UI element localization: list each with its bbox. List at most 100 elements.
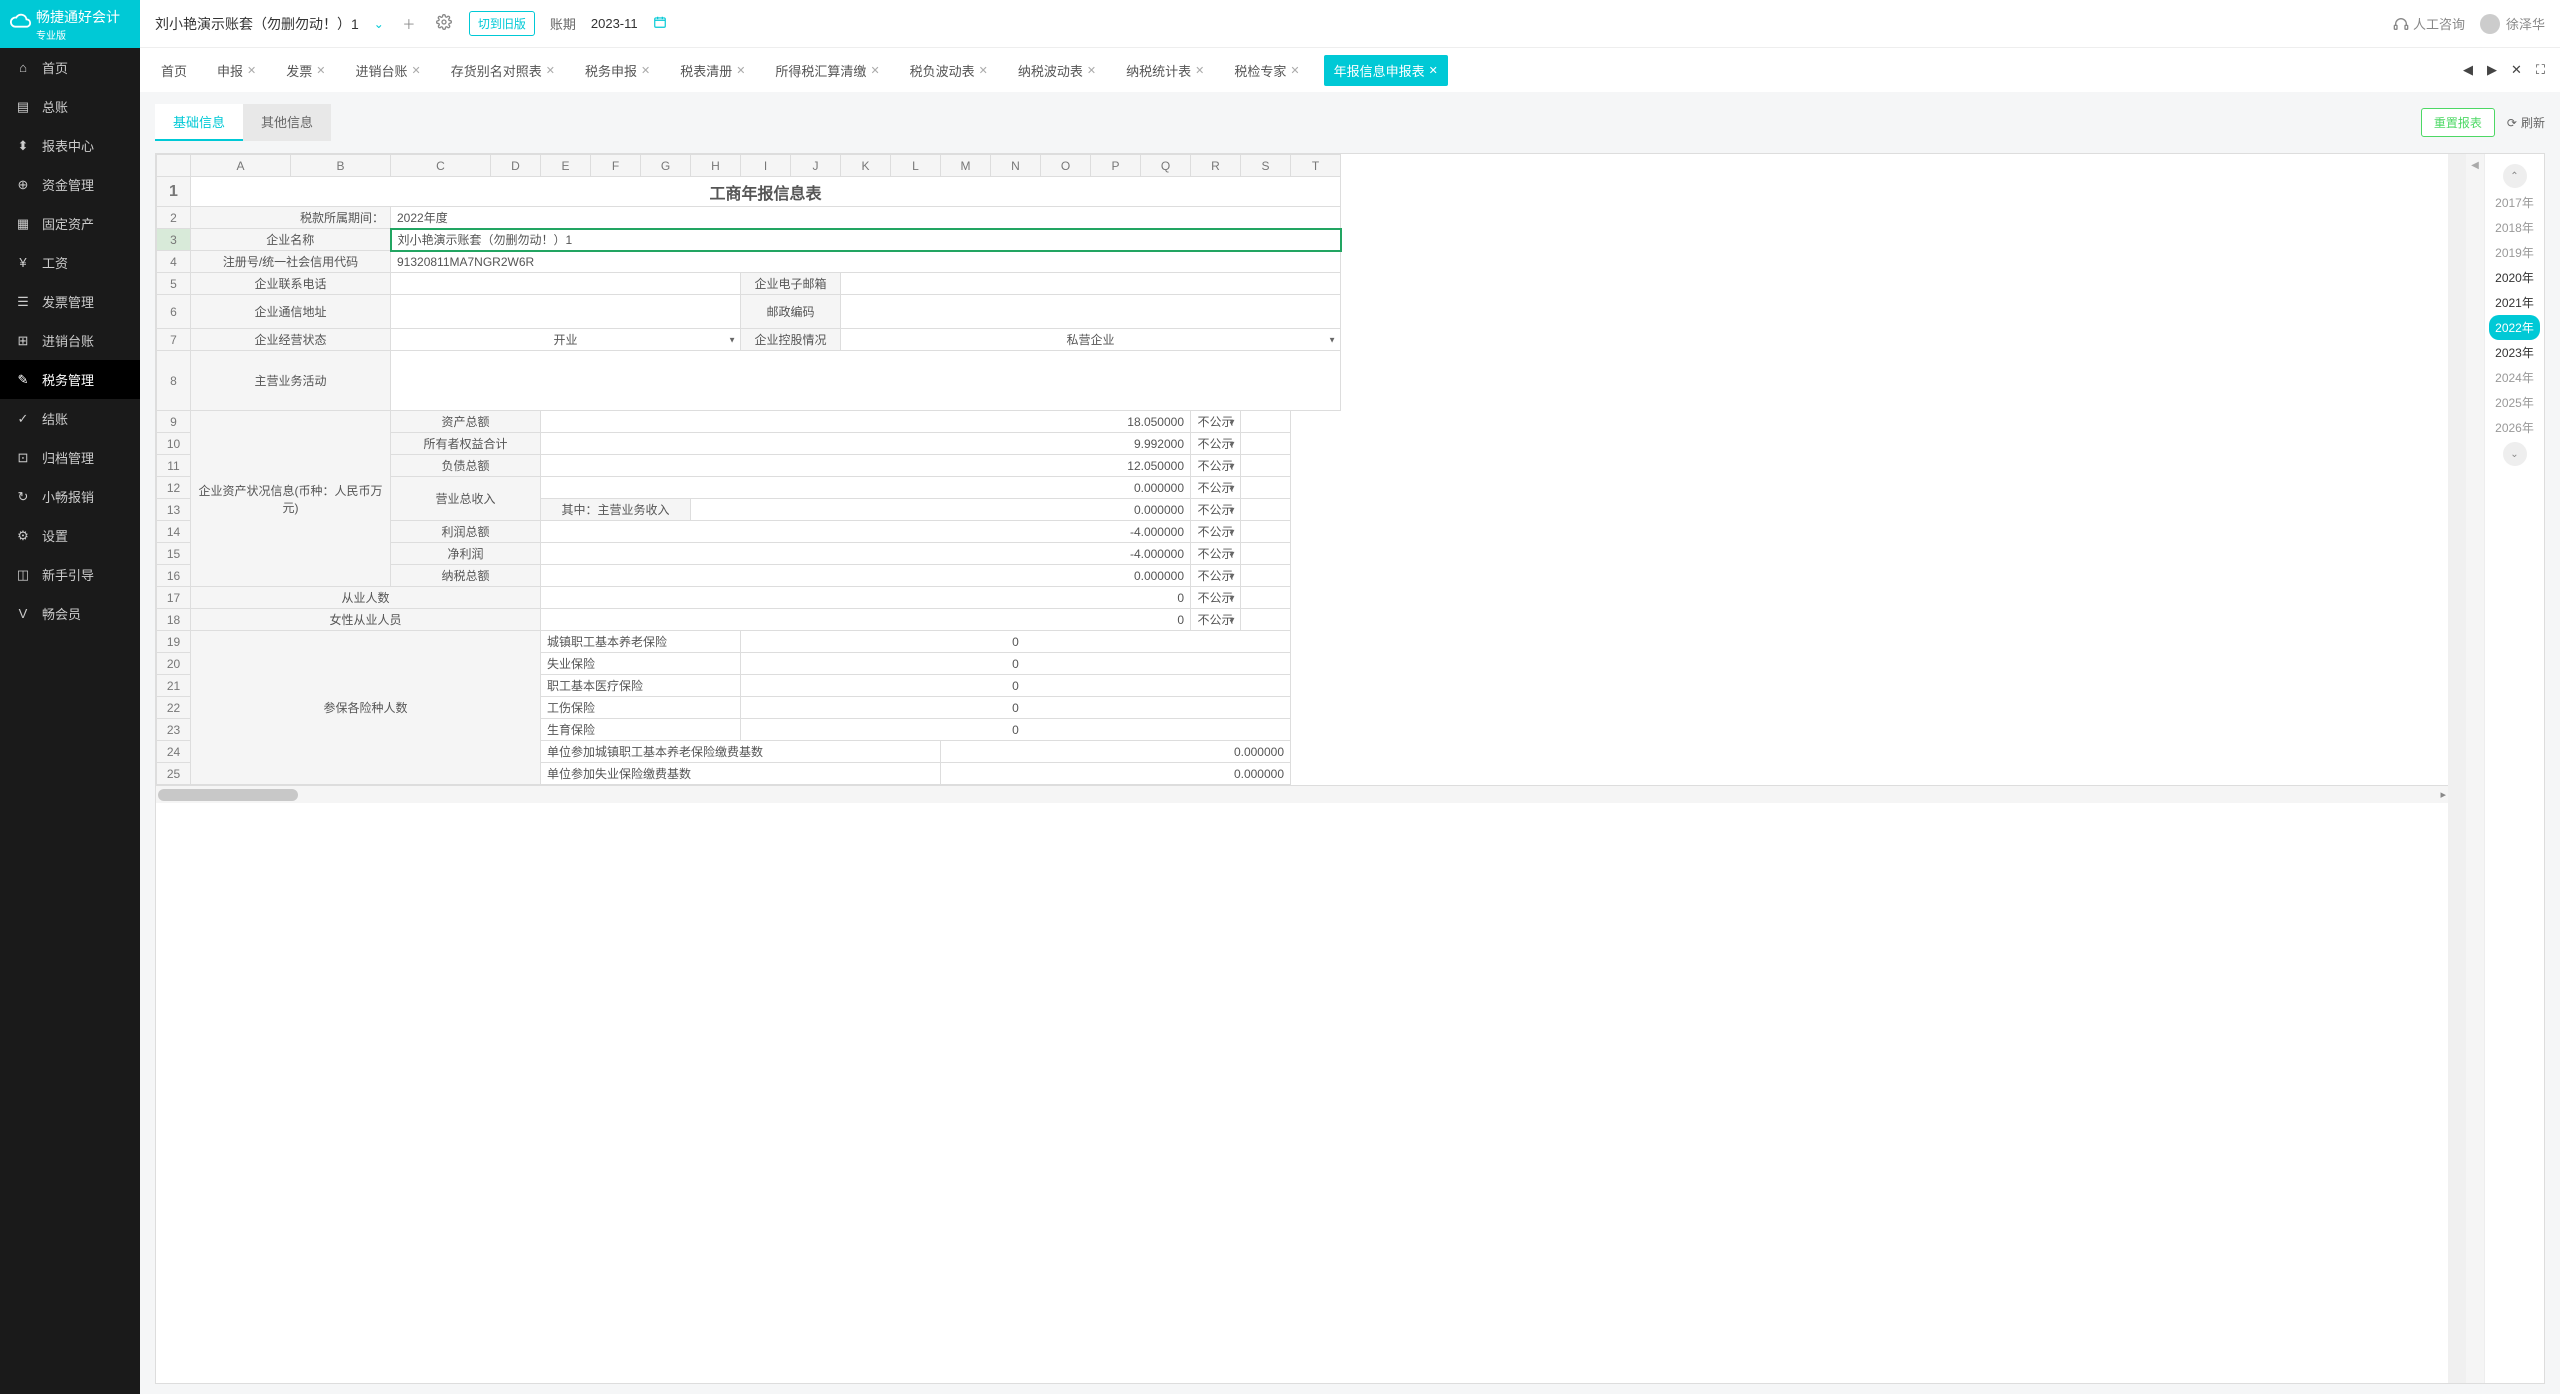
close-icon[interactable]: ✕ xyxy=(1290,64,1299,77)
row-value[interactable]: 9.992000 xyxy=(541,433,1191,455)
close-icon[interactable]: ✕ xyxy=(1195,64,1204,77)
subtab-1[interactable]: 其他信息 xyxy=(243,104,331,141)
close-icon[interactable]: ✕ xyxy=(979,64,988,77)
r25-value[interactable]: 0.000000 xyxy=(941,763,1291,785)
close-icon[interactable]: ✕ xyxy=(412,64,421,77)
dropdown-cell[interactable]: 不公示 xyxy=(1191,609,1241,631)
year-2024年[interactable]: 2024年 xyxy=(2489,365,2540,390)
tab-4[interactable]: 存货别名对照表✕ xyxy=(445,61,561,80)
dropdown-cell[interactable]: 不公示 xyxy=(1191,565,1241,587)
sidebar-item-guide[interactable]: ◫新手引导 xyxy=(0,555,140,594)
dropdown-cell[interactable]: 不公示 xyxy=(1191,587,1241,609)
close-icon[interactable]: ✕ xyxy=(247,64,256,77)
tab-9[interactable]: 纳税波动表✕ xyxy=(1012,61,1102,80)
ins-value[interactable]: 0 xyxy=(741,719,1291,741)
year-2018年[interactable]: 2018年 xyxy=(2489,215,2540,240)
row-value[interactable]: -4.000000 xyxy=(541,543,1191,565)
phone-value[interactable] xyxy=(391,273,741,295)
chevron-down-icon[interactable]: ⌄ xyxy=(374,17,384,31)
close-icon[interactable]: ✕ xyxy=(641,64,650,77)
reg-value[interactable]: 91320811MA7NGR2W6R xyxy=(391,251,1341,273)
sidebar-item-psi[interactable]: ⊞进销台账 xyxy=(0,321,140,360)
sidebar-item-archive[interactable]: ⊡归档管理 xyxy=(0,438,140,477)
reset-report-button[interactable]: 重置报表 xyxy=(2421,108,2495,137)
post-value[interactable] xyxy=(841,295,1341,329)
spreadsheet[interactable]: ABCDEFGHIJKLMNOPQRST1工商年报信息表2税款所属期间：2022… xyxy=(156,154,2448,1383)
dropdown-cell[interactable]: 不公示 xyxy=(1191,499,1241,521)
year-down-icon[interactable]: ⌄ xyxy=(2503,442,2527,466)
tab-11[interactable]: 税检专家✕ xyxy=(1228,61,1305,80)
close-icon[interactable]: ✕ xyxy=(1087,64,1096,77)
dropdown-cell[interactable]: 不公示 xyxy=(1191,433,1241,455)
sidebar-item-reimb[interactable]: ↻小畅报销 xyxy=(0,477,140,516)
headset-icon[interactable]: 人工咨询 xyxy=(2393,14,2465,33)
refresh-button[interactable]: ⟳ 刷新 xyxy=(2507,114,2545,131)
row-value[interactable]: 12.050000 xyxy=(541,455,1191,477)
year-2019年[interactable]: 2019年 xyxy=(2489,240,2540,265)
row-value[interactable]: 18.050000 xyxy=(541,411,1191,433)
close-icon[interactable]: ✕ xyxy=(870,64,879,77)
sidebar-item-funds[interactable]: ⊕资金管理 xyxy=(0,165,140,204)
sidebar-item-home[interactable]: ⌂首页 xyxy=(0,48,140,87)
add-icon[interactable]: ＋ xyxy=(399,14,419,33)
sidebar-item-vip[interactable]: V畅会员 xyxy=(0,594,140,633)
tab-1[interactable]: 申报✕ xyxy=(211,61,262,80)
tab-0[interactable]: 首页 xyxy=(155,61,193,80)
status-dropdown[interactable]: 开业 xyxy=(391,329,741,351)
ins-value[interactable]: 0 xyxy=(741,675,1291,697)
row-value[interactable]: 0.000000 xyxy=(541,477,1191,499)
sidebar-item-close[interactable]: ✓结账 xyxy=(0,399,140,438)
dropdown-cell[interactable]: 不公示 xyxy=(1191,477,1241,499)
year-2017年[interactable]: 2017年 xyxy=(2489,190,2540,215)
close-icon[interactable]: ✕ xyxy=(316,64,325,77)
tab-2[interactable]: 发票✕ xyxy=(280,61,331,80)
tab-3[interactable]: 进销台账✕ xyxy=(349,61,426,80)
year-2022年[interactable]: 2022年 xyxy=(2489,315,2540,340)
addr-value[interactable] xyxy=(391,295,741,329)
sidebar-item-report[interactable]: ⬍报表中心 xyxy=(0,126,140,165)
sidebar-item-asset[interactable]: ▦固定资产 xyxy=(0,204,140,243)
company-value-cell[interactable]: 刘小艳演示账套（勿删勿动！）1 xyxy=(391,229,1341,251)
sidebar-item-ledger[interactable]: ▤总账 xyxy=(0,87,140,126)
tab-6[interactable]: 税表清册✕ xyxy=(674,61,751,80)
r24-value[interactable]: 0.000000 xyxy=(941,741,1291,763)
female-value[interactable]: 0 xyxy=(541,609,1191,631)
tab-prev-icon[interactable]: ◀ xyxy=(2463,62,2473,78)
tab-8[interactable]: 税负波动表✕ xyxy=(904,61,994,80)
gear-icon[interactable] xyxy=(434,14,454,33)
dropdown-cell[interactable]: 不公示 xyxy=(1191,543,1241,565)
collapse-icon[interactable]: ◀ xyxy=(2471,160,2479,171)
tab-next-icon[interactable]: ▶ xyxy=(2487,62,2497,78)
sidebar-item-gear[interactable]: ⚙设置 xyxy=(0,516,140,555)
sidebar-item-invoice[interactable]: ☰发票管理 xyxy=(0,282,140,321)
sidebar-item-salary[interactable]: ¥工资 xyxy=(0,243,140,282)
year-2025年[interactable]: 2025年 xyxy=(2489,390,2540,415)
subtab-0[interactable]: 基础信息 xyxy=(155,104,243,141)
user-menu[interactable]: 徐泽华 xyxy=(2480,14,2545,34)
ins-value[interactable]: 0 xyxy=(741,653,1291,675)
year-up-icon[interactable]: ⌃ xyxy=(2503,164,2527,188)
dropdown-cell[interactable]: 不公示 xyxy=(1191,521,1241,543)
tab-10[interactable]: 纳税统计表✕ xyxy=(1120,61,1210,80)
fullscreen-icon[interactable]: ⛶ xyxy=(2536,62,2545,78)
close-icon[interactable]: ✕ xyxy=(736,64,745,77)
dropdown-cell[interactable]: 不公示 xyxy=(1191,455,1241,477)
consult-label[interactable]: 人工咨询 xyxy=(2413,14,2465,33)
row-value[interactable]: 0.000000 xyxy=(541,565,1191,587)
ins-value[interactable]: 0 xyxy=(741,631,1291,653)
tab-5[interactable]: 税务申报✕ xyxy=(579,61,656,80)
dropdown-cell[interactable]: 不公示 xyxy=(1191,411,1241,433)
row-value[interactable]: -4.000000 xyxy=(541,521,1191,543)
horizontal-scrollbar[interactable]: ▸ xyxy=(156,785,2448,803)
sidebar-item-tax[interactable]: ✎税务管理 xyxy=(0,360,140,399)
tab-7[interactable]: 所得税汇算清缴✕ xyxy=(769,61,885,80)
year-2023年[interactable]: 2023年 xyxy=(2489,340,2540,365)
employee-value[interactable]: 0 xyxy=(541,587,1191,609)
account-name[interactable]: 刘小艳演示账套（勿删勿动！）1 xyxy=(155,14,359,34)
biz-value[interactable] xyxy=(391,351,1341,411)
row-value[interactable]: 0.000000 xyxy=(691,499,1191,521)
email-value[interactable] xyxy=(841,273,1341,295)
year-2020年[interactable]: 2020年 xyxy=(2489,265,2540,290)
ins-value[interactable]: 0 xyxy=(741,697,1291,719)
period-value[interactable]: 2023-11 xyxy=(591,16,638,31)
